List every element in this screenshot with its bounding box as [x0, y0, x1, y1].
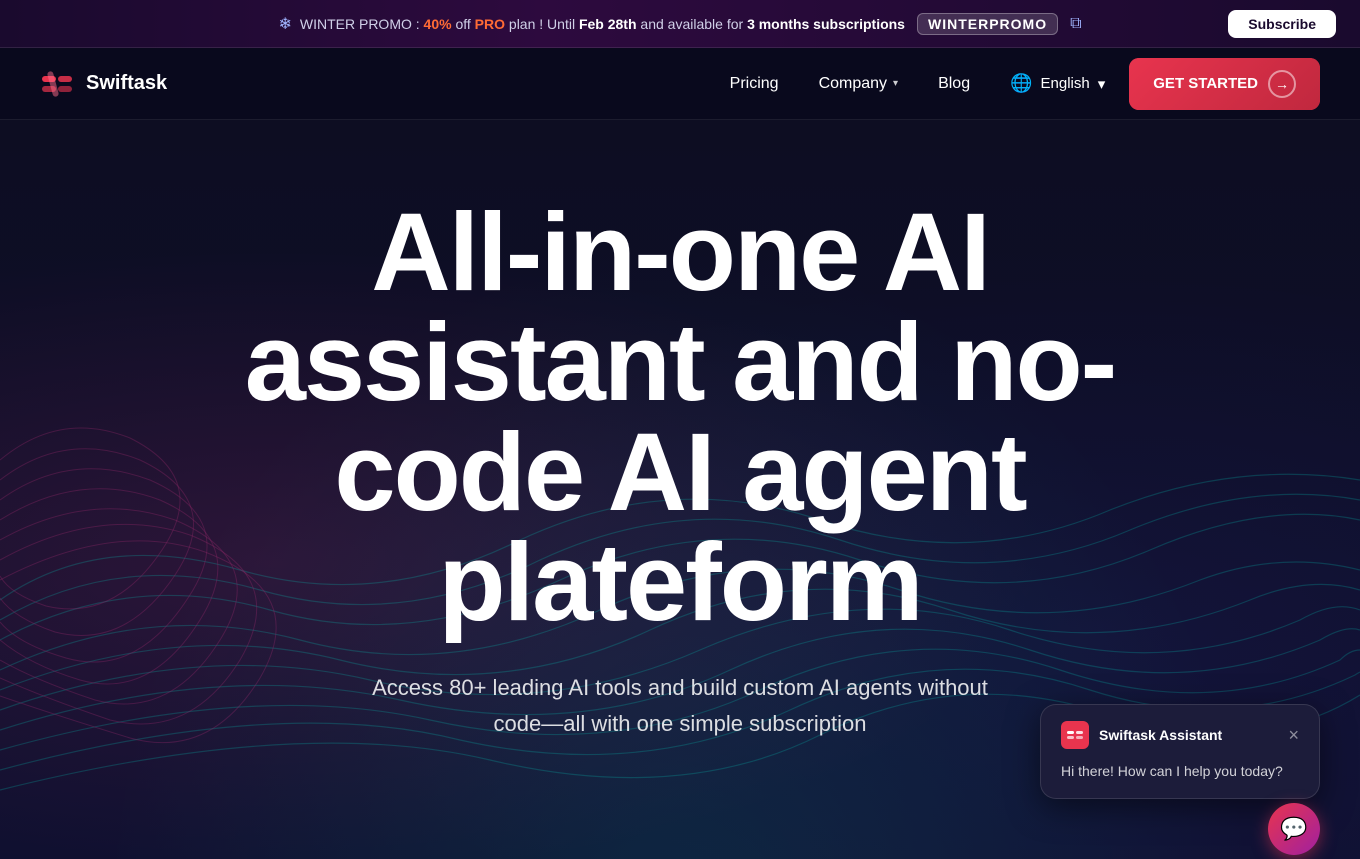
logo[interactable]: Swiftask — [40, 66, 167, 102]
chat-message-text: Hi there! How can I help you today? — [1061, 761, 1299, 782]
promo-and: and available for — [640, 16, 743, 32]
promo-prefix: WINTER PROMO : — [300, 16, 420, 32]
globe-icon: 🌐 — [1010, 73, 1032, 94]
language-selector[interactable]: 🌐 English ▾ — [1010, 73, 1105, 94]
navbar: Swiftask Pricing Company ▾ Blog 🌐 Englis… — [0, 48, 1360, 120]
chat-assistant-name: Swiftask Assistant — [1099, 727, 1222, 743]
get-started-button[interactable]: GET STARTED → — [1129, 58, 1320, 110]
nav-blog[interactable]: Blog — [938, 75, 970, 93]
chat-toggle-icon: 💬 — [1280, 816, 1307, 842]
promo-off: off — [455, 16, 470, 32]
logo-icon — [40, 66, 76, 102]
chat-header: Swiftask Assistant × — [1061, 721, 1299, 749]
promo-plan-suffix: plan ! Until — [509, 16, 575, 32]
nav-right: 🌐 English ▾ GET STARTED → — [1010, 58, 1320, 110]
hero-title-line1: All-in-one AI — [371, 191, 989, 314]
language-label: English — [1041, 75, 1090, 92]
hero-title-line4: plateform — [438, 521, 921, 644]
chat-bubble: Swiftask Assistant × Hi there! How can I… — [1040, 704, 1320, 799]
hero-subtitle: Access 80+ leading AI tools and build cu… — [350, 670, 1010, 740]
logo-text: Swiftask — [86, 72, 167, 95]
nav-pricing[interactable]: Pricing — [730, 75, 779, 93]
chat-toggle-button[interactable]: 💬 — [1268, 803, 1320, 855]
hero-title-line3: code AI agent — [334, 411, 1025, 534]
chat-widget: Swiftask Assistant × Hi there! How can I… — [1040, 704, 1320, 799]
announcement-bar: ❄ WINTER PROMO : 40% off PRO plan ! Unti… — [0, 0, 1360, 48]
chat-logo-icon — [1061, 721, 1089, 749]
hero-content: All-in-one AI assistant and no- code AI … — [40, 198, 1320, 740]
promo-date: Feb 28th — [579, 16, 637, 32]
get-started-label: GET STARTED — [1153, 75, 1258, 92]
arrow-circle-icon: → — [1268, 70, 1296, 98]
promo-months: 3 months subscriptions — [747, 16, 905, 32]
promo-code[interactable]: WINTERPROMO — [917, 13, 1058, 35]
subscribe-button[interactable]: Subscribe — [1228, 10, 1336, 38]
chevron-down-icon: ▾ — [893, 78, 898, 89]
copy-icon[interactable]: ⧉ — [1070, 15, 1081, 33]
hero-title-line2: assistant and no- — [245, 301, 1116, 424]
promo-percent: 40% — [424, 16, 452, 32]
chat-close-button[interactable]: × — [1288, 725, 1299, 746]
announcement-text: WINTER PROMO : 40% off PRO plan ! Until … — [300, 16, 905, 32]
chat-header-left: Swiftask Assistant — [1061, 721, 1222, 749]
nav-company[interactable]: Company ▾ — [819, 75, 899, 93]
hero-title: All-in-one AI assistant and no- code AI … — [40, 198, 1320, 638]
lang-chevron-icon: ▾ — [1098, 75, 1106, 93]
nav-links: Pricing Company ▾ Blog — [730, 75, 970, 93]
snowflake-icon: ❄ — [278, 14, 291, 34]
promo-plan: PRO — [475, 16, 505, 32]
